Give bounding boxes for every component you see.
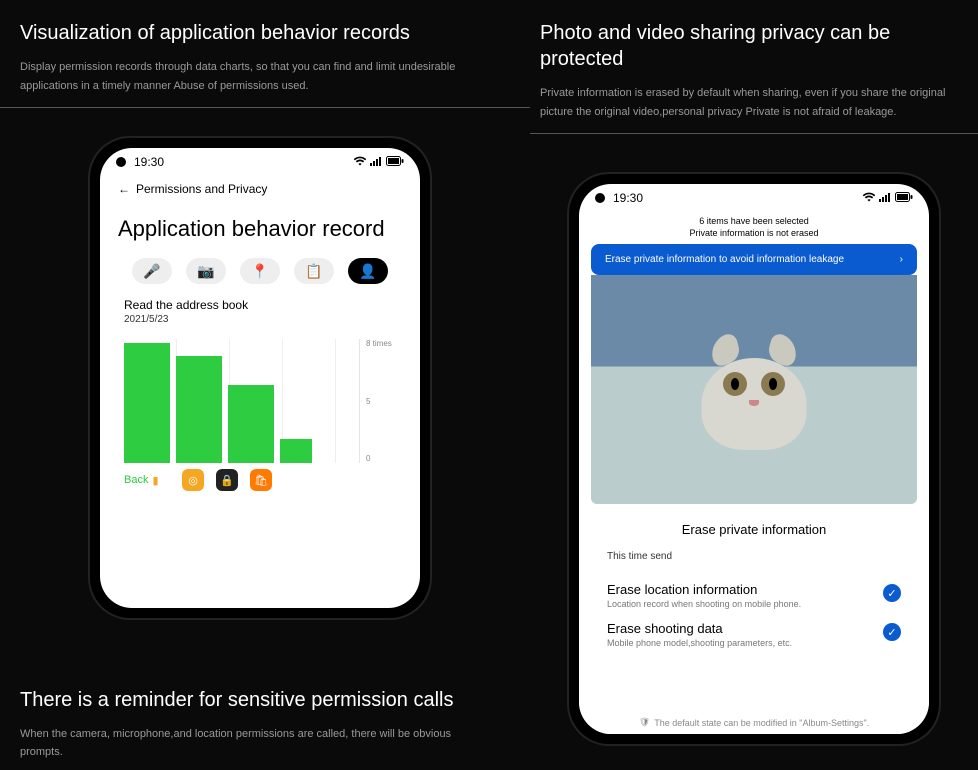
sheet-title: Erase private information	[603, 522, 905, 537]
bar-3	[228, 385, 274, 463]
chart-legend: Back▮ ◎ 🔒 🛍	[100, 463, 420, 491]
tab-clipboard[interactable]: 📋	[294, 258, 334, 284]
sheet-subtitle: This time send	[603, 551, 905, 562]
phone-mockup-right: 19:30 6 items h	[569, 174, 939, 744]
settings-hint: 🛡 The default state can be modified in "…	[603, 707, 905, 734]
y-bot: 0	[366, 454, 370, 463]
tab-location[interactable]: 📍	[240, 258, 280, 284]
camera-hole-icon	[116, 157, 126, 167]
legend-back: Back▮	[124, 474, 170, 487]
tab-mic[interactable]: 🎤	[132, 258, 172, 284]
erase-status: Private information is not erased	[579, 228, 929, 238]
banner-text: Erase private information to avoid infor…	[605, 254, 844, 265]
contacts-icon: 👤	[359, 263, 376, 280]
checkmark-icon: ✓	[883, 584, 901, 602]
signal-icon	[879, 192, 891, 205]
section-title: There is a reminder for sensitive permis…	[20, 687, 500, 713]
arrow-left-icon: ←	[118, 182, 130, 196]
wifi-icon	[354, 156, 366, 169]
share-header: 6 items have been selected Private infor…	[579, 212, 929, 238]
reminder-section: There is a reminder for sensitive permis…	[20, 687, 500, 770]
signal-icon	[370, 156, 382, 169]
erase-shooting-row[interactable]: Erase shooting data Mobile phone model,s…	[603, 615, 905, 654]
breadcrumb: Permissions and Privacy	[136, 182, 267, 196]
row-desc: Location record when shooting on mobile …	[607, 599, 801, 609]
clock: 19:30	[134, 155, 164, 169]
app-icon-3: 🔒	[216, 469, 238, 491]
bar-4	[280, 439, 312, 464]
section-title: Photo and video sharing privacy can be p…	[540, 20, 968, 72]
app-icon-2: ◎	[182, 469, 204, 491]
camera-icon: 📷	[197, 263, 214, 280]
behavior-records-section: Visualization of application behavior re…	[20, 20, 500, 103]
tab-camera[interactable]: 📷	[186, 258, 226, 284]
status-bar: 19:30	[100, 148, 420, 176]
section-title: Visualization of application behavior re…	[20, 20, 500, 46]
mic-icon: 🎤	[143, 263, 160, 280]
share-sheet: Erase private information This time send…	[579, 504, 929, 734]
bar-1	[124, 343, 170, 463]
bar-2	[176, 356, 222, 464]
cat-image	[699, 330, 809, 450]
section-desc: Private information is erased by default…	[540, 84, 968, 121]
bar-chart: 8 times 5 0	[100, 333, 420, 463]
privacy-sharing-section: Photo and video sharing privacy can be p…	[540, 20, 968, 129]
page-title: Application behavior record	[100, 202, 420, 252]
tab-contacts[interactable]: 👤	[348, 258, 388, 284]
chart-date: 2021/5/23	[100, 312, 420, 333]
chevron-right-icon: ›	[900, 254, 903, 265]
location-icon: 📍	[251, 263, 268, 280]
erase-location-row[interactable]: Erase location information Location reco…	[603, 576, 905, 615]
battery-icon	[895, 192, 913, 205]
shield-icon: 🛡	[639, 717, 650, 728]
y-mid: 5	[366, 397, 370, 406]
back-nav[interactable]: ← Permissions and Privacy	[100, 176, 420, 202]
section-desc: When the camera, microphone,and location…	[20, 725, 480, 762]
status-bar: 19:30	[579, 184, 929, 212]
camera-hole-icon	[595, 193, 605, 203]
checkmark-icon: ✓	[883, 623, 901, 641]
row-title: Erase location information	[607, 582, 801, 597]
row-desc: Mobile phone model,shooting parameters, …	[607, 638, 792, 648]
privacy-banner[interactable]: Erase private information to avoid infor…	[591, 244, 917, 275]
y-top: 8 times	[366, 339, 392, 348]
selected-count: 6 items have been selected	[579, 216, 929, 226]
wifi-icon	[863, 192, 875, 205]
photo-preview	[591, 275, 917, 504]
y-axis: 8 times 5 0	[360, 339, 402, 463]
clipboard-icon: 📋	[305, 263, 322, 280]
row-title: Erase shooting data	[607, 621, 792, 636]
chart-title: Read the address book	[100, 298, 420, 312]
app-icon-4: 🛍	[250, 469, 272, 491]
clock: 19:30	[613, 191, 643, 205]
battery-icon	[386, 156, 404, 169]
phone-mockup-left: 19:30 ←	[90, 138, 430, 618]
section-desc: Display permission records through data …	[20, 58, 480, 95]
category-tabs: 🎤 📷 📍 📋 👤	[100, 252, 420, 298]
